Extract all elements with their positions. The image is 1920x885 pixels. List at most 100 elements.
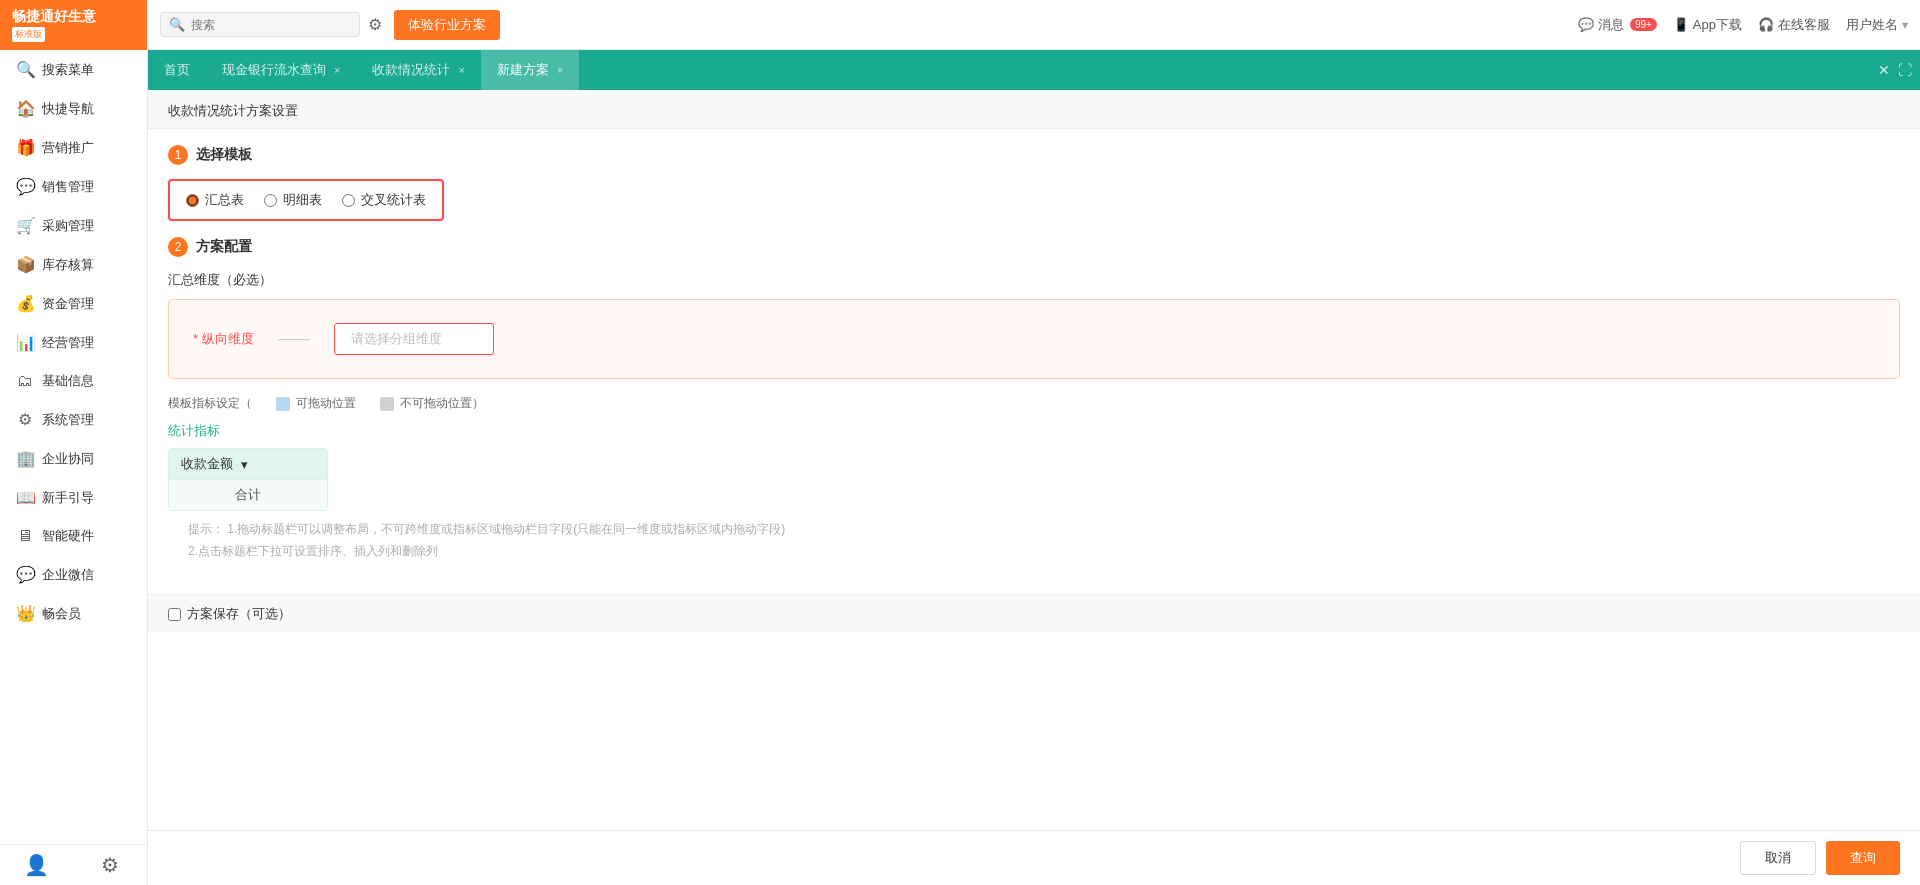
tab-new-plan[interactable]: 新建方案× bbox=[481, 50, 579, 90]
step2-label: 方案配置 bbox=[196, 238, 252, 256]
save-checkbox[interactable] bbox=[168, 608, 181, 621]
tab-close-bank-flow[interactable]: × bbox=[334, 64, 340, 76]
save-checkbox-label[interactable]: 方案保存（可选） bbox=[168, 605, 291, 623]
sidebar-item-marketing[interactable]: 🎁营销推广 bbox=[0, 128, 147, 167]
template-option-summary[interactable]: 汇总表 bbox=[186, 191, 244, 209]
tab-bank-flow[interactable]: 现金银行流水查询 × bbox=[206, 50, 356, 90]
topbar-right: 💬 消息 99+ 📱 App下载 🎧 在线客服 用户姓名 ▾ bbox=[1578, 16, 1908, 34]
user-dropdown-icon: ▾ bbox=[1902, 18, 1908, 32]
step1-label: 选择模板 bbox=[196, 146, 252, 164]
download-btn[interactable]: 📱 App下载 bbox=[1673, 16, 1742, 34]
step2-section: 2 方案配置 汇总维度（必选） * 纵向维度 —— 请选择分组维度 模板指标设定 bbox=[148, 237, 1920, 594]
step2-title: 2 方案配置 bbox=[168, 237, 1900, 257]
download-label: App下载 bbox=[1693, 16, 1742, 34]
sidebar-item-label-sales: 销售管理 bbox=[42, 178, 94, 196]
operations-icon: 📊 bbox=[16, 333, 34, 352]
metrics-column-header[interactable]: 收款金额 ▾ bbox=[169, 449, 327, 480]
template-radio-detail[interactable] bbox=[264, 194, 277, 207]
marketing-icon: 🎁 bbox=[16, 138, 34, 157]
template-radio-cross[interactable] bbox=[342, 194, 355, 207]
draggable-label: 可拖动位置 bbox=[296, 395, 356, 412]
tabs-right: ✕ ⛶ bbox=[1878, 62, 1920, 78]
notification-label: 消息 bbox=[1598, 16, 1624, 34]
member-icon: 👑 bbox=[16, 604, 34, 623]
non-draggable-label: 不可拖动位置） bbox=[400, 395, 484, 412]
sidebar-item-label-member: 畅会员 bbox=[42, 605, 81, 623]
tab-label-bank-flow: 现金银行流水查询 bbox=[222, 61, 326, 79]
industry-btn[interactable]: 体验行业方案 bbox=[394, 10, 500, 40]
enterprise-icon: 🏢 bbox=[16, 449, 34, 468]
dimension-group-title: 汇总维度（必选） bbox=[168, 271, 1900, 289]
content-area: 收款情况统计方案设置 1 选择模板 汇总表 明细表 交叉统计表 bbox=[148, 90, 1920, 830]
sidebar-item-system[interactable]: ⚙系统管理 bbox=[0, 400, 147, 439]
draggable-indicator: 可拖动位置 bbox=[276, 395, 356, 412]
tab-collection-stat[interactable]: 收款情况统计× bbox=[356, 50, 480, 90]
tab-label-home: 首页 bbox=[164, 61, 190, 79]
template-radio-summary[interactable] bbox=[186, 194, 199, 207]
metrics-section: 模板指标设定（ 可拖动位置 不可拖动位置） 统计指标 收款金额 bbox=[168, 395, 1900, 511]
smart-hw-icon: 🖥 bbox=[16, 527, 34, 545]
tip-1: 提示： 1.拖动标题栏可以调整布局，不可跨维度或指标区域拖动栏目字段(只能在同一… bbox=[188, 519, 1880, 541]
sidebar-item-quick-nav[interactable]: 🏠快捷导航 bbox=[0, 89, 147, 128]
topbar-search-box[interactable]: 🔍 bbox=[160, 12, 360, 37]
sidebar-item-purchase[interactable]: 🛒采购管理 bbox=[0, 206, 147, 245]
inventory-icon: 📦 bbox=[16, 255, 34, 274]
quick-nav-icon: 🏠 bbox=[16, 99, 34, 118]
tab-close-new-plan[interactable]: × bbox=[557, 64, 563, 76]
settings-icon[interactable]: ⚙ bbox=[368, 15, 382, 34]
sidebar-item-enterprise[interactable]: 🏢企业协同 bbox=[0, 439, 147, 478]
sidebar-settings[interactable]: ⚙ bbox=[74, 845, 148, 885]
draggable-dot bbox=[276, 397, 290, 411]
sidebar-item-smart-hw[interactable]: 🖥智能硬件 bbox=[0, 517, 147, 555]
sidebar-item-label-operations: 经营管理 bbox=[42, 334, 94, 352]
template-options-box: 汇总表 明细表 交叉统计表 bbox=[168, 179, 444, 221]
user-name: 用户姓名 bbox=[1846, 16, 1898, 34]
sidebar-item-funds[interactable]: 💰资金管理 bbox=[0, 284, 147, 323]
sidebar-user-avatar[interactable]: 👤 bbox=[0, 845, 74, 885]
step2-number: 2 bbox=[168, 237, 188, 257]
page-title: 收款情况统计方案设置 bbox=[168, 103, 298, 118]
dim-arrow-icon: —— bbox=[278, 330, 310, 348]
expand-icon[interactable]: ⛶ bbox=[1898, 62, 1912, 78]
search-input[interactable] bbox=[191, 18, 331, 32]
sidebar-bottom: 👤 ⚙ bbox=[0, 844, 147, 885]
notification-btn[interactable]: 💬 消息 99+ bbox=[1578, 16, 1657, 34]
sidebar-item-wechat[interactable]: 💬企业微信 bbox=[0, 555, 147, 594]
cancel-button[interactable]: 取消 bbox=[1740, 841, 1816, 875]
tab-close-collection-stat[interactable]: × bbox=[458, 64, 464, 76]
sidebar-item-member[interactable]: 👑 畅会员 bbox=[0, 594, 147, 633]
template-label-cross: 交叉统计表 bbox=[361, 191, 426, 209]
sidebar-item-label-funds: 资金管理 bbox=[42, 295, 94, 313]
template-option-cross[interactable]: 交叉统计表 bbox=[342, 191, 426, 209]
sidebar-item-inventory[interactable]: 📦库存核算 bbox=[0, 245, 147, 284]
search-icon: 🔍 bbox=[169, 17, 185, 32]
tip-2: 2.点击标题栏下拉可设置排序、插入列和删除列 bbox=[188, 541, 1880, 563]
bottom-bar: 取消 查询 bbox=[148, 830, 1920, 885]
search-icon: 🔍 bbox=[16, 60, 34, 79]
sidebar-item-search[interactable]: 🔍搜索菜单 bbox=[0, 50, 147, 89]
metrics-column-dropdown-icon[interactable]: ▾ bbox=[241, 457, 248, 472]
sidebar-item-label-system: 系统管理 bbox=[42, 411, 94, 429]
sidebar-items: 🔍搜索菜单🏠快捷导航🎁营销推广💬销售管理🛒采购管理📦库存核算💰资金管理 📊 经营管理… bbox=[0, 50, 147, 633]
dimension-area: * 纵向维度 —— 请选择分组维度 bbox=[168, 299, 1900, 379]
sidebar-item-operations[interactable]: 📊 经营管理 bbox=[0, 323, 147, 362]
service-btn[interactable]: 🎧 在线客服 bbox=[1758, 16, 1830, 34]
query-button[interactable]: 查询 bbox=[1826, 841, 1900, 875]
sidebar-item-basic-info[interactable]: 🗂基础信息 bbox=[0, 362, 147, 400]
sidebar-item-sales[interactable]: 💬销售管理 bbox=[0, 167, 147, 206]
template-option-detail[interactable]: 明细表 bbox=[264, 191, 322, 209]
sidebar-item-guide[interactable]: 📖新手引导 bbox=[0, 478, 147, 517]
close-window-icon[interactable]: ✕ bbox=[1878, 62, 1890, 78]
metrics-total-cell: 合计 bbox=[169, 480, 327, 510]
metrics-column-label: 收款金额 bbox=[181, 455, 233, 473]
save-label-text: 方案保存（可选） bbox=[187, 605, 291, 623]
purchase-icon: 🛒 bbox=[16, 216, 34, 235]
dimension-input[interactable]: 请选择分组维度 bbox=[334, 323, 494, 355]
tab-home[interactable]: 首页 bbox=[148, 50, 206, 90]
footer-section: 方案保存（可选） bbox=[148, 594, 1920, 633]
step1-section: 1 选择模板 汇总表 明细表 交叉统计表 bbox=[148, 129, 1920, 237]
user-menu[interactable]: 用户姓名 ▾ bbox=[1846, 16, 1908, 34]
tips-section: 提示： 1.拖动标题栏可以调整布局，不可跨维度或指标区域拖动栏目字段(只能在同一… bbox=[168, 511, 1900, 578]
sidebar-item-label-basic-info: 基础信息 bbox=[42, 372, 94, 390]
metrics-table-title: 统计指标 bbox=[168, 422, 1900, 440]
